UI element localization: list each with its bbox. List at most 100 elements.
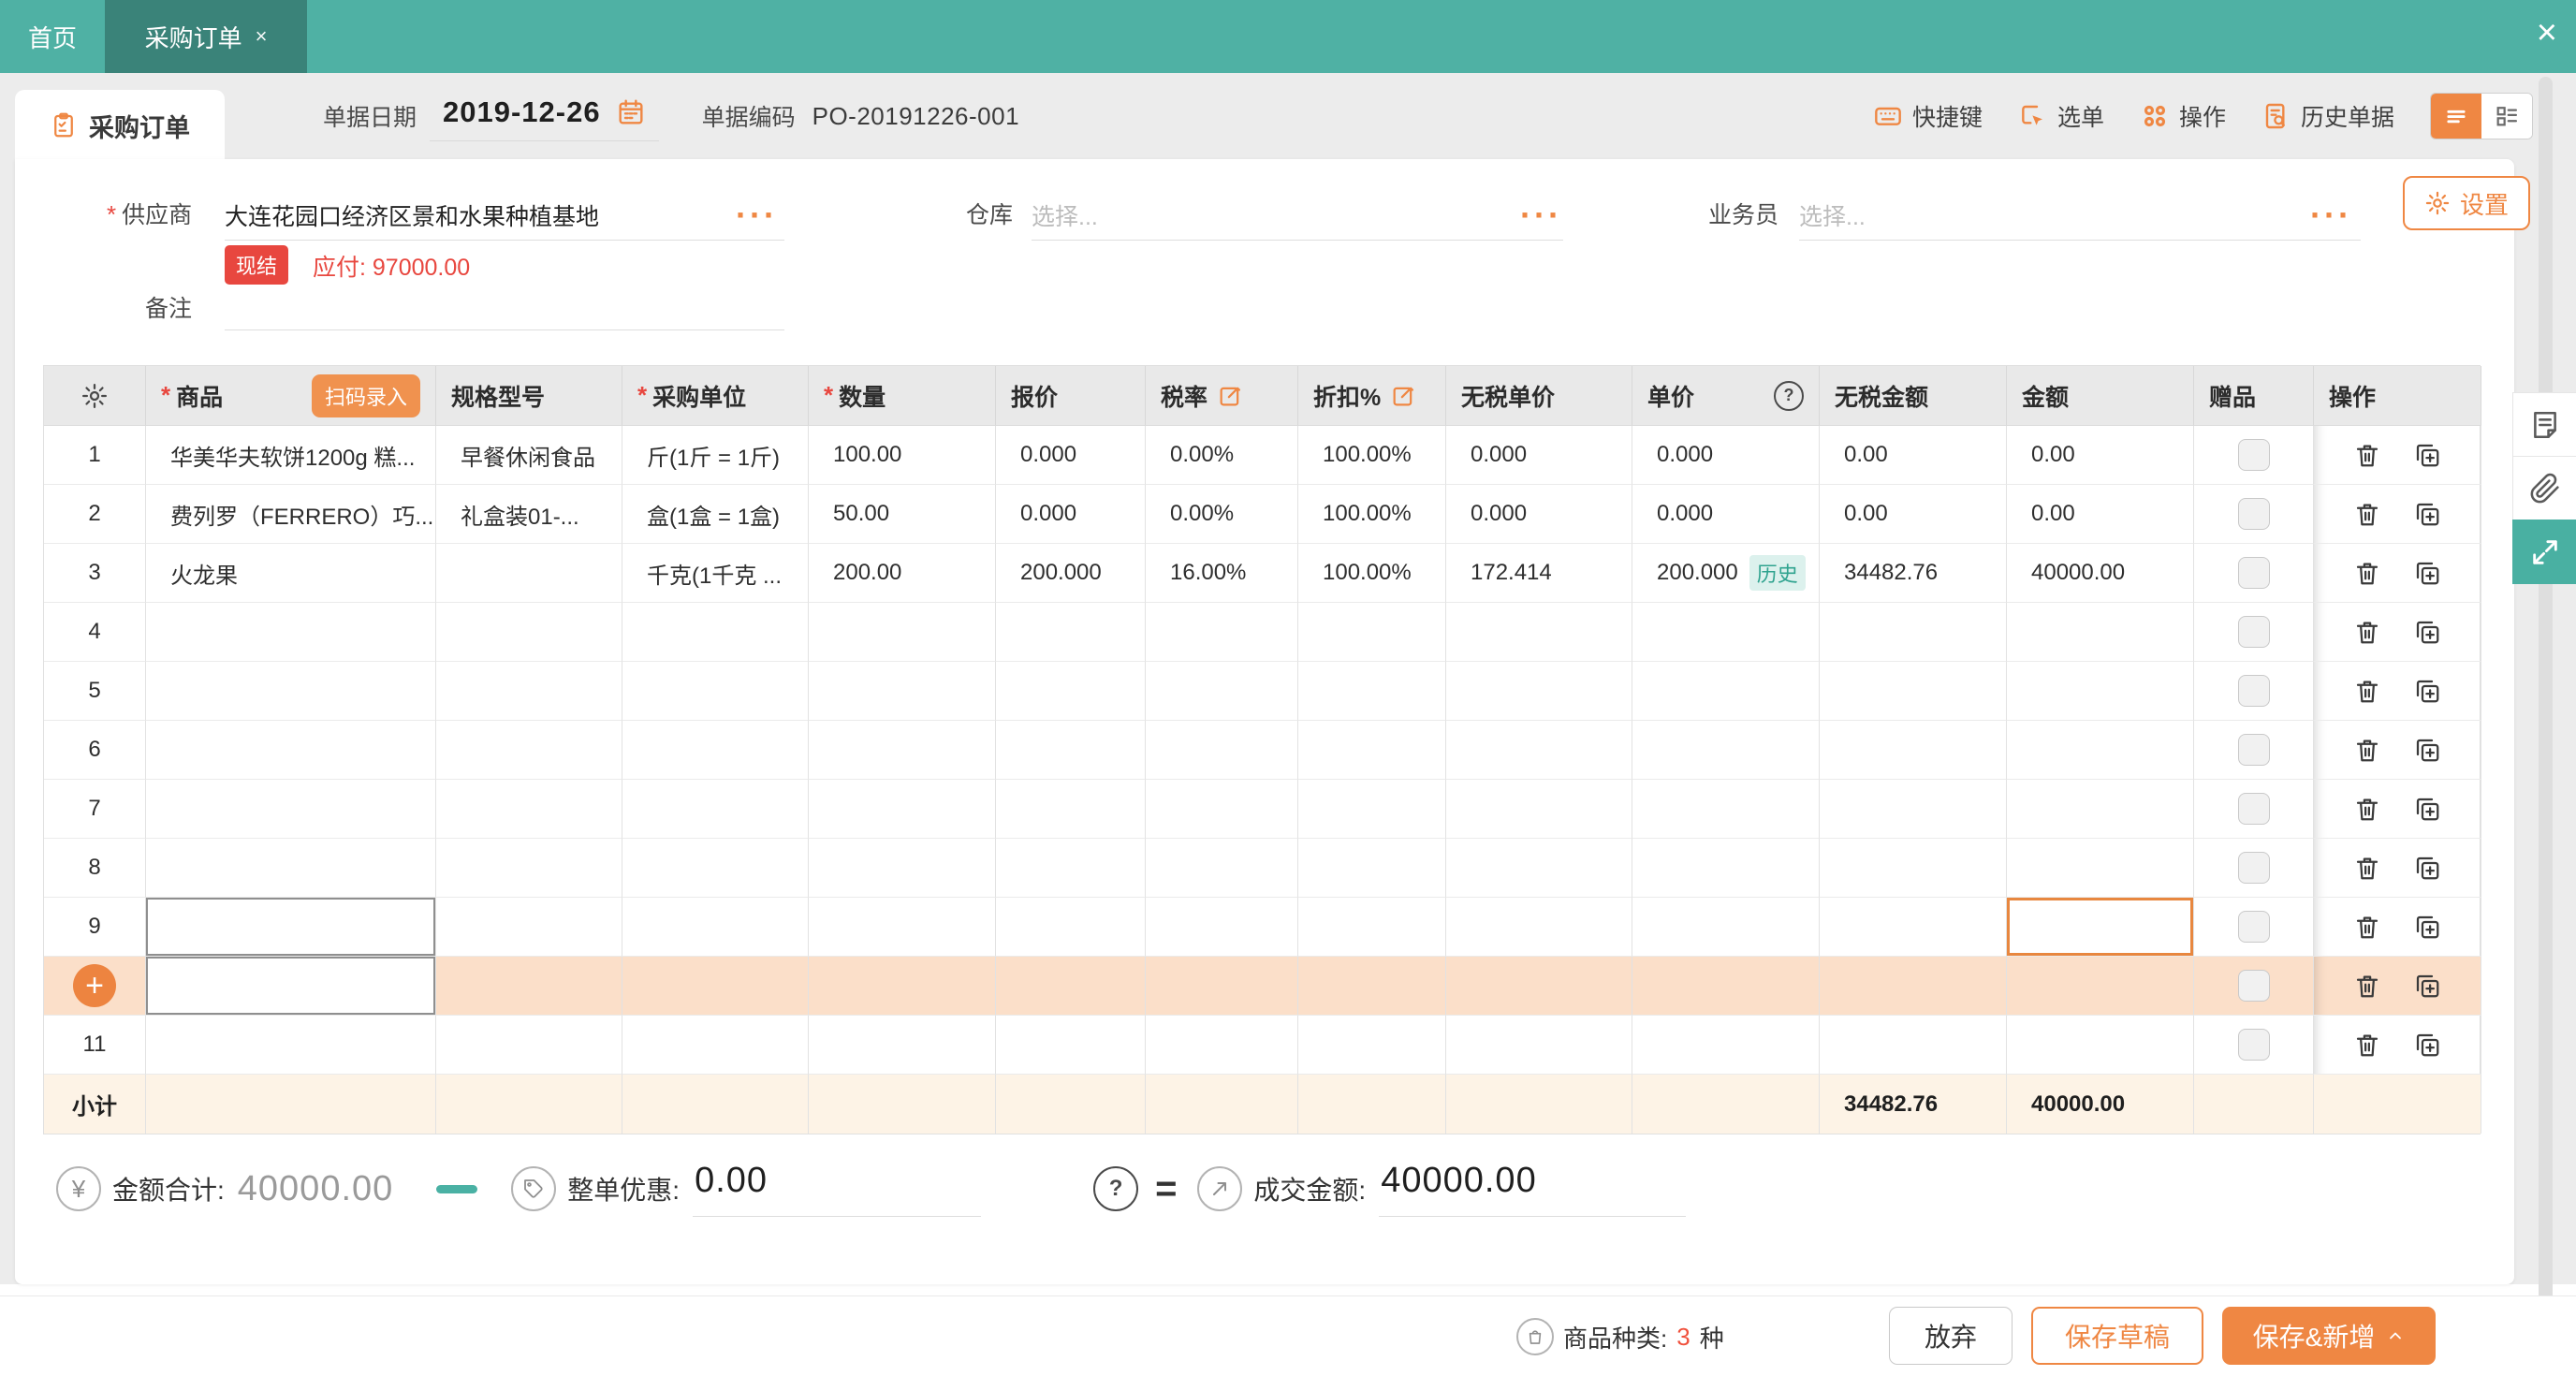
- cell-tax[interactable]: [1146, 839, 1298, 898]
- tab-close-icon[interactable]: ×: [256, 24, 268, 49]
- cell-untaxed_amount[interactable]: [1820, 839, 2007, 898]
- cell-spec[interactable]: [436, 544, 622, 603]
- gift-checkbox[interactable]: [2237, 970, 2270, 1002]
- cell-discount[interactable]: [1298, 898, 1446, 957]
- cell-untaxed_price[interactable]: [1446, 839, 1632, 898]
- delete-row-button[interactable]: [2353, 972, 2381, 1000]
- cell-unit[interactable]: [622, 603, 809, 662]
- cell-discount[interactable]: [1298, 780, 1446, 839]
- cell-price[interactable]: [1632, 780, 1820, 839]
- cell-qty[interactable]: [809, 839, 996, 898]
- cell-qty[interactable]: [809, 662, 996, 721]
- cell-unit[interactable]: [622, 1016, 809, 1075]
- cell-price[interactable]: [1632, 662, 1820, 721]
- cell-tax[interactable]: [1146, 898, 1298, 957]
- cell-product[interactable]: [146, 839, 436, 898]
- copy-row-button[interactable]: [2413, 618, 2441, 646]
- delete-row-button[interactable]: [2353, 854, 2381, 882]
- cell-amount[interactable]: [2007, 780, 2194, 839]
- delete-row-button[interactable]: [2353, 795, 2381, 823]
- cell-unit[interactable]: 盒(1盒 = 1盒): [622, 485, 809, 544]
- cell-price[interactable]: 0.000: [1632, 485, 1820, 544]
- cell-untaxed_price[interactable]: [1446, 1016, 1632, 1075]
- cell-discount[interactable]: 100.00%: [1298, 426, 1446, 485]
- remark-input[interactable]: [225, 329, 784, 330]
- cell-discount[interactable]: [1298, 957, 1446, 1016]
- cell-spec[interactable]: 礼盒装01-...: [436, 485, 622, 544]
- cell-quote[interactable]: [996, 721, 1146, 780]
- help-icon[interactable]: ?: [1093, 1166, 1139, 1211]
- calendar-icon[interactable]: [616, 97, 646, 127]
- fullscreen-button[interactable]: [2512, 520, 2576, 584]
- copy-row-button[interactable]: [2413, 736, 2441, 764]
- cell-qty[interactable]: [809, 780, 996, 839]
- cell-quote[interactable]: [996, 603, 1146, 662]
- copy-row-button[interactable]: [2413, 1031, 2441, 1059]
- cell-untaxed_amount[interactable]: 34482.76: [1820, 544, 2007, 603]
- cell-untaxed_price[interactable]: [1446, 662, 1632, 721]
- cell-unit[interactable]: [622, 721, 809, 780]
- window-close-icon[interactable]: ×: [2537, 15, 2557, 51]
- cell-discount[interactable]: [1298, 662, 1446, 721]
- tab-purchase-order[interactable]: 采购订单 ×: [105, 0, 307, 73]
- deal-input[interactable]: 40000.00: [1379, 1161, 1687, 1217]
- save-and-new-button[interactable]: 保存&新增: [2222, 1307, 2436, 1365]
- cell-tax[interactable]: 0.00%: [1146, 485, 1298, 544]
- cell-amount[interactable]: [2007, 839, 2194, 898]
- cell-amount[interactable]: [2007, 898, 2194, 957]
- gift-checkbox[interactable]: [2237, 616, 2270, 648]
- supplier-value[interactable]: 大连花园口经济区景和水果种植基地: [225, 198, 599, 232]
- cell-spec[interactable]: [436, 662, 622, 721]
- gift-checkbox[interactable]: [2237, 498, 2270, 530]
- cell-tax[interactable]: [1146, 780, 1298, 839]
- cell-untaxed_price[interactable]: [1446, 603, 1632, 662]
- delete-row-button[interactable]: [2353, 913, 2381, 941]
- cell-quote[interactable]: [996, 1016, 1146, 1075]
- columns-settings-button[interactable]: [80, 382, 109, 410]
- cell-amount[interactable]: [2007, 662, 2194, 721]
- cell-discount[interactable]: [1298, 721, 1446, 780]
- cell-untaxed_amount[interactable]: 0.00: [1820, 426, 2007, 485]
- scan-entry-button[interactable]: 扫码录入: [311, 373, 420, 417]
- cell-discount[interactable]: [1298, 1016, 1446, 1075]
- cell-discount[interactable]: 100.00%: [1298, 485, 1446, 544]
- tab-home[interactable]: 首页: [0, 0, 105, 73]
- delete-row-button[interactable]: [2353, 736, 2381, 764]
- cell-price[interactable]: 0.000: [1632, 426, 1820, 485]
- cell-untaxed_amount[interactable]: [1820, 957, 2007, 1016]
- cell-product[interactable]: 华美华夫软饼1200g 糕...: [146, 426, 436, 485]
- delete-row-button[interactable]: [2353, 559, 2381, 587]
- cell-qty[interactable]: 200.00: [809, 544, 996, 603]
- cell-product[interactable]: [146, 721, 436, 780]
- date-field[interactable]: 2019-12-26: [430, 92, 659, 141]
- cell-unit[interactable]: [622, 780, 809, 839]
- cell-untaxed_amount[interactable]: 0.00: [1820, 485, 2007, 544]
- cell-unit[interactable]: [622, 662, 809, 721]
- cell-quote[interactable]: 0.000: [996, 485, 1146, 544]
- cell-quote[interactable]: 200.000: [996, 544, 1146, 603]
- cell-price[interactable]: [1632, 898, 1820, 957]
- cell-price[interactable]: [1632, 839, 1820, 898]
- cell-spec[interactable]: [436, 957, 622, 1016]
- gift-checkbox[interactable]: [2237, 793, 2270, 825]
- cancel-button[interactable]: 放弃: [1889, 1307, 2012, 1365]
- cell-tax[interactable]: 0.00%: [1146, 426, 1298, 485]
- notes-button[interactable]: [2512, 392, 2576, 457]
- cell-product[interactable]: [146, 1016, 436, 1075]
- cell-discount[interactable]: 100.00%: [1298, 544, 1446, 603]
- cell-tax[interactable]: [1146, 957, 1298, 1016]
- copy-row-button[interactable]: [2413, 795, 2441, 823]
- cell-qty[interactable]: [809, 603, 996, 662]
- cell-quote[interactable]: [996, 957, 1146, 1016]
- operate-button[interactable]: 操作: [2140, 99, 2226, 133]
- cell-qty[interactable]: 100.00: [809, 426, 996, 485]
- gift-checkbox[interactable]: [2237, 911, 2270, 943]
- cell-price[interactable]: [1632, 603, 1820, 662]
- cell-unit[interactable]: 斤(1斤 = 1斤): [622, 426, 809, 485]
- cell-qty[interactable]: [809, 1016, 996, 1075]
- save-draft-button[interactable]: 保存草稿: [2031, 1307, 2203, 1365]
- delete-row-button[interactable]: [2353, 500, 2381, 528]
- cell-qty[interactable]: [809, 898, 996, 957]
- salesman-input[interactable]: 选择...: [1799, 198, 1866, 232]
- cell-amount[interactable]: [2007, 957, 2194, 1016]
